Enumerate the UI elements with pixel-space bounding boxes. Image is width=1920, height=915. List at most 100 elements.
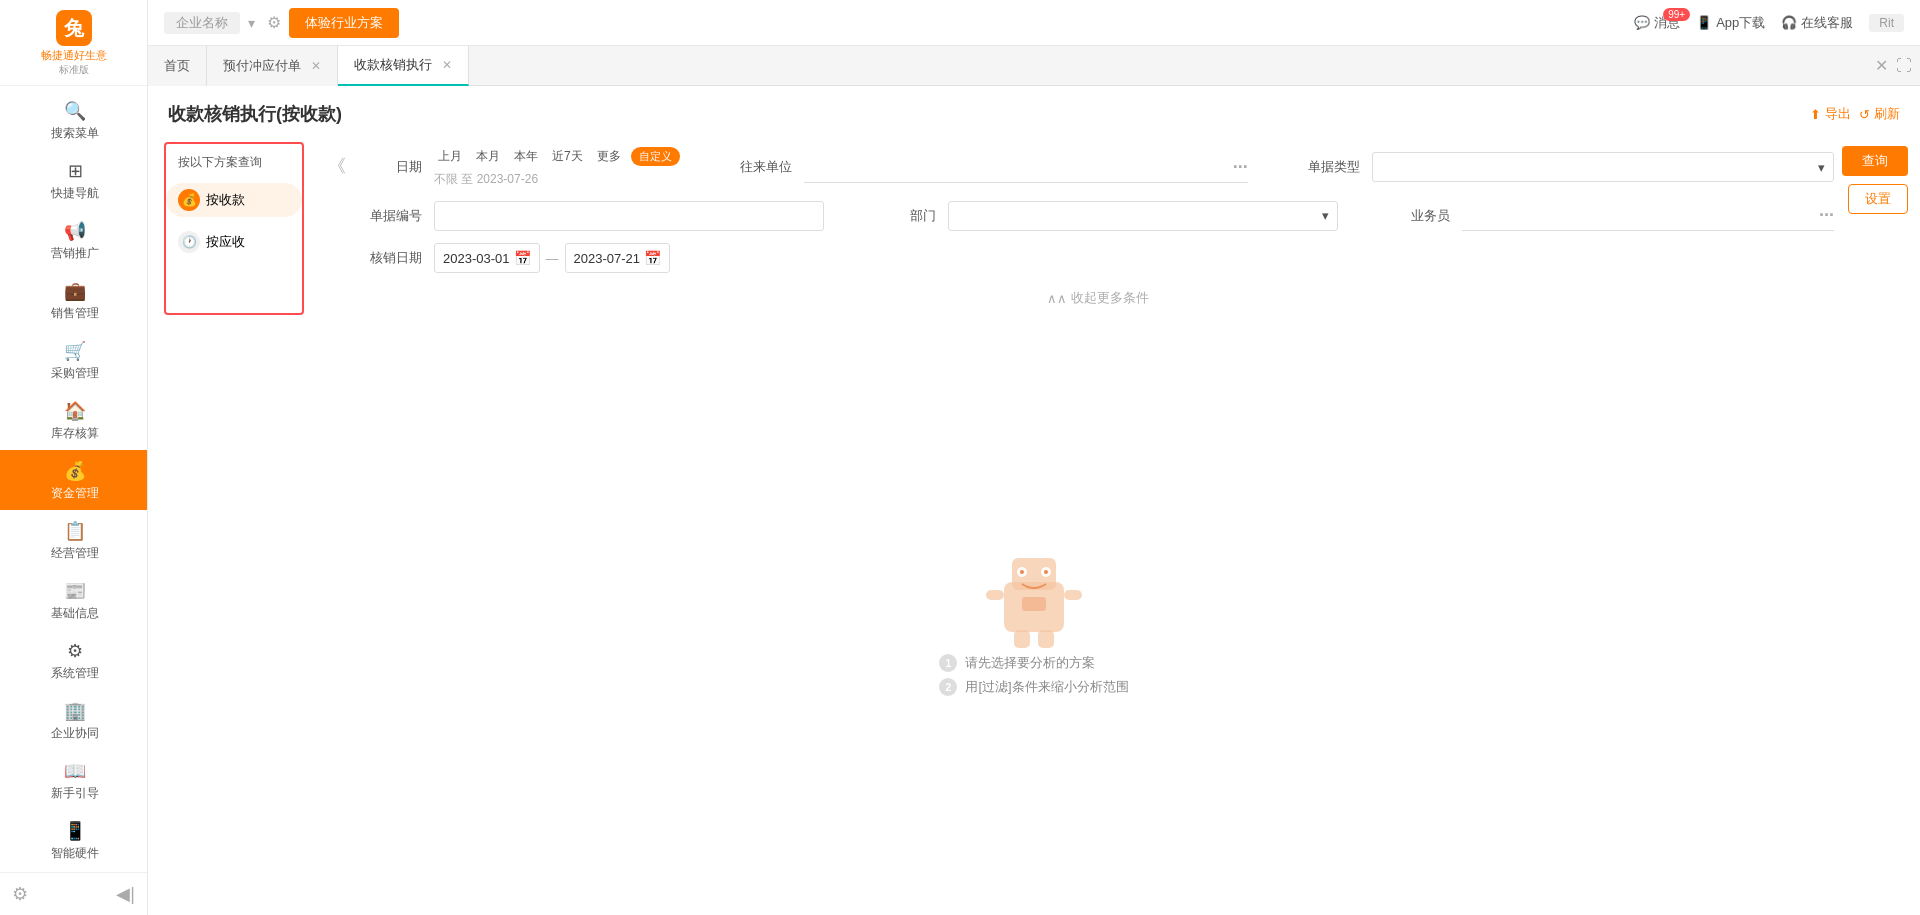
- marketing-icon: 📢: [64, 220, 86, 242]
- close-window-icon[interactable]: ✕: [1875, 56, 1888, 75]
- page-header: 收款核销执行(按收款) ⬆ 导出 ↺ 刷新: [148, 86, 1920, 134]
- staff-input[interactable]: [1462, 200, 1819, 230]
- settings-icon[interactable]: ⚙: [12, 883, 28, 905]
- doctype-dropdown-icon: ▾: [1818, 160, 1825, 175]
- dept-select[interactable]: ▾: [948, 201, 1338, 231]
- service-label: 在线客服: [1801, 14, 1853, 32]
- nav-label-search: 搜索菜单: [51, 125, 99, 142]
- filter-option-by-receivable[interactable]: 🕐 按应收: [166, 225, 302, 259]
- app-download-button[interactable]: 📱 App下载: [1696, 14, 1765, 32]
- verify-date-start[interactable]: 2023-03-01 📅: [434, 243, 540, 273]
- sidebar-item-marketing[interactable]: 📢 营销推广: [0, 210, 147, 270]
- sidebar-item-inventory[interactable]: 🏠 库存核算: [0, 390, 147, 450]
- filter-sidebar-title: 按以下方案查询: [166, 154, 262, 171]
- page-title: 收款核销执行(按收款): [168, 102, 342, 126]
- collapse-more-icon: ∧∧: [1047, 291, 1067, 306]
- tab-prepay-close[interactable]: ✕: [311, 59, 321, 73]
- date-shortcuts: 上月 本月 本年 近7天 更多 自定义: [434, 146, 680, 167]
- collapse-icon[interactable]: ◀|: [116, 883, 135, 905]
- shortcut-this-year[interactable]: 本年: [510, 146, 542, 167]
- filter-option-by-collection[interactable]: 💰 按收款: [166, 183, 302, 217]
- nav-label-guide: 新手引导: [51, 785, 99, 802]
- sidebar-item-basic[interactable]: 📰 基础信息: [0, 570, 147, 630]
- message-badge: 99+: [1663, 8, 1690, 21]
- dropdown-icon[interactable]: ▾: [248, 15, 255, 31]
- empty-tip-1: 1 请先选择要分析的方案: [939, 654, 1128, 672]
- page-actions: ⬆ 导出 ↺ 刷新: [1810, 105, 1900, 123]
- sidebar-item-finance[interactable]: 💰 资金管理: [0, 450, 147, 510]
- query-button[interactable]: 查询: [1842, 146, 1908, 176]
- date-custom-badge[interactable]: 自定义: [631, 147, 680, 166]
- inventory-icon: 🏠: [64, 400, 86, 422]
- sidebar-item-enterprise[interactable]: 🏢 企业协同: [0, 690, 147, 750]
- tip-text-1: 请先选择要分析的方案: [965, 654, 1095, 672]
- management-icon: 📋: [64, 520, 86, 542]
- counterpart-input[interactable]: [804, 152, 1233, 182]
- sidebar-item-hardware[interactable]: 📱 智能硬件: [0, 810, 147, 870]
- tab-collection-label: 收款核销执行: [354, 56, 432, 74]
- collection-icon: 💰: [178, 189, 200, 211]
- filter-fields: 日期 上月 本月 本年 近7天 更多 自定义 不限 至 2023-07-26 往…: [354, 134, 1842, 323]
- filter-collapse-button[interactable]: 《: [320, 142, 354, 190]
- sidebar: 兔 畅捷通好生意 标准版 🔍 搜索菜单 ⊞ 快捷导航 📢 营销推广 💼 销售管理…: [0, 0, 148, 915]
- tab-bar: 首页 预付冲应付单 ✕ 收款核销执行 ✕ ✕ ⛶: [148, 46, 1920, 86]
- filter-actions: 查询 设置: [1842, 134, 1908, 323]
- date-range-text: 不限 至 2023-07-26: [434, 171, 680, 188]
- nav-label-marketing: 营销推广: [51, 245, 99, 262]
- counterpart-ellipsis[interactable]: ···: [1233, 158, 1248, 176]
- tab-collection-close[interactable]: ✕: [442, 58, 452, 72]
- refresh-icon: ↺: [1859, 107, 1870, 122]
- hardware-icon: 📱: [64, 820, 86, 842]
- refresh-button[interactable]: ↺ 刷新: [1859, 105, 1900, 123]
- empty-tips: 1 请先选择要分析的方案 2 用[过滤]条件来缩小分析范围: [939, 654, 1128, 696]
- tab-home[interactable]: 首页: [148, 46, 207, 86]
- docno-label: 单据编号: [362, 207, 422, 225]
- sidebar-footer: ⚙ ◀|: [0, 872, 147, 915]
- user-info[interactable]: Rit: [1869, 14, 1904, 32]
- dept-dropdown-icon: ▾: [1322, 208, 1329, 223]
- shortcut-more[interactable]: 更多: [593, 146, 625, 167]
- sidebar-item-guide[interactable]: 📖 新手引导: [0, 750, 147, 810]
- tip-text-2: 用[过滤]条件来缩小分析范围: [965, 678, 1128, 696]
- service-icon: 🎧: [1781, 15, 1797, 30]
- expand-icon[interactable]: ⛶: [1896, 57, 1912, 75]
- nav-label-inventory: 库存核算: [51, 425, 99, 442]
- app-label: App下载: [1716, 14, 1765, 32]
- tab-collection[interactable]: 收款核销执行 ✕: [338, 46, 469, 86]
- refresh-label: 刷新: [1874, 105, 1900, 123]
- staff-ellipsis[interactable]: ···: [1819, 206, 1834, 224]
- sidebar-item-sales[interactable]: 💼 销售管理: [0, 270, 147, 330]
- verify-date-end[interactable]: 2023-07-21 📅: [565, 243, 671, 273]
- guide-icon: 📖: [64, 760, 86, 782]
- sidebar-item-system[interactable]: ⚙ 系统管理: [0, 630, 147, 690]
- doctype-select[interactable]: ▾: [1372, 152, 1834, 182]
- settings-button[interactable]: 设置: [1848, 184, 1908, 214]
- shortcut-this-month[interactable]: 本月: [472, 146, 504, 167]
- shortcut-7days[interactable]: 近7天: [548, 146, 587, 167]
- calendar-end-icon[interactable]: 📅: [644, 250, 661, 266]
- export-icon: ⬆: [1810, 107, 1821, 122]
- svg-rect-10: [1022, 597, 1046, 611]
- header-gear-icon[interactable]: ⚙: [267, 13, 281, 32]
- collapse-more-button[interactable]: ∧∧ 收起更多条件: [354, 285, 1842, 311]
- sidebar-item-quick-nav[interactable]: ⊞ 快捷导航: [0, 150, 147, 210]
- filter-row-2: 单据编号 部门 ▾ 业务员 ···: [354, 200, 1842, 231]
- sidebar-item-purchase[interactable]: 🛒 采购管理: [0, 330, 147, 390]
- verify-date-label: 核销日期: [362, 249, 422, 267]
- header-right: 💬 消息 99+ 📱 App下载 🎧 在线客服 Rit: [1634, 14, 1904, 32]
- receivable-label: 按应收: [206, 233, 245, 251]
- message-button[interactable]: 💬 消息 99+: [1634, 14, 1680, 32]
- sidebar-item-management[interactable]: 📋 经营管理: [0, 510, 147, 570]
- shortcut-last-month[interactable]: 上月: [434, 146, 466, 167]
- online-service-button[interactable]: 🎧 在线客服: [1781, 14, 1853, 32]
- docno-input[interactable]: [434, 201, 824, 231]
- export-label: 导出: [1825, 105, 1851, 123]
- solution-button[interactable]: 体验行业方案: [289, 8, 399, 38]
- calendar-start-icon[interactable]: 📅: [514, 250, 531, 266]
- tab-prepay[interactable]: 预付冲应付单 ✕: [207, 46, 338, 86]
- sidebar-item-search[interactable]: 🔍 搜索菜单: [0, 90, 147, 150]
- filter-row-3: 核销日期 2023-03-01 📅 — 2023-07-21 📅: [354, 243, 1842, 273]
- receivable-icon: 🕐: [178, 231, 200, 253]
- collapse-more-label: 收起更多条件: [1071, 289, 1149, 307]
- export-button[interactable]: ⬆ 导出: [1810, 105, 1851, 123]
